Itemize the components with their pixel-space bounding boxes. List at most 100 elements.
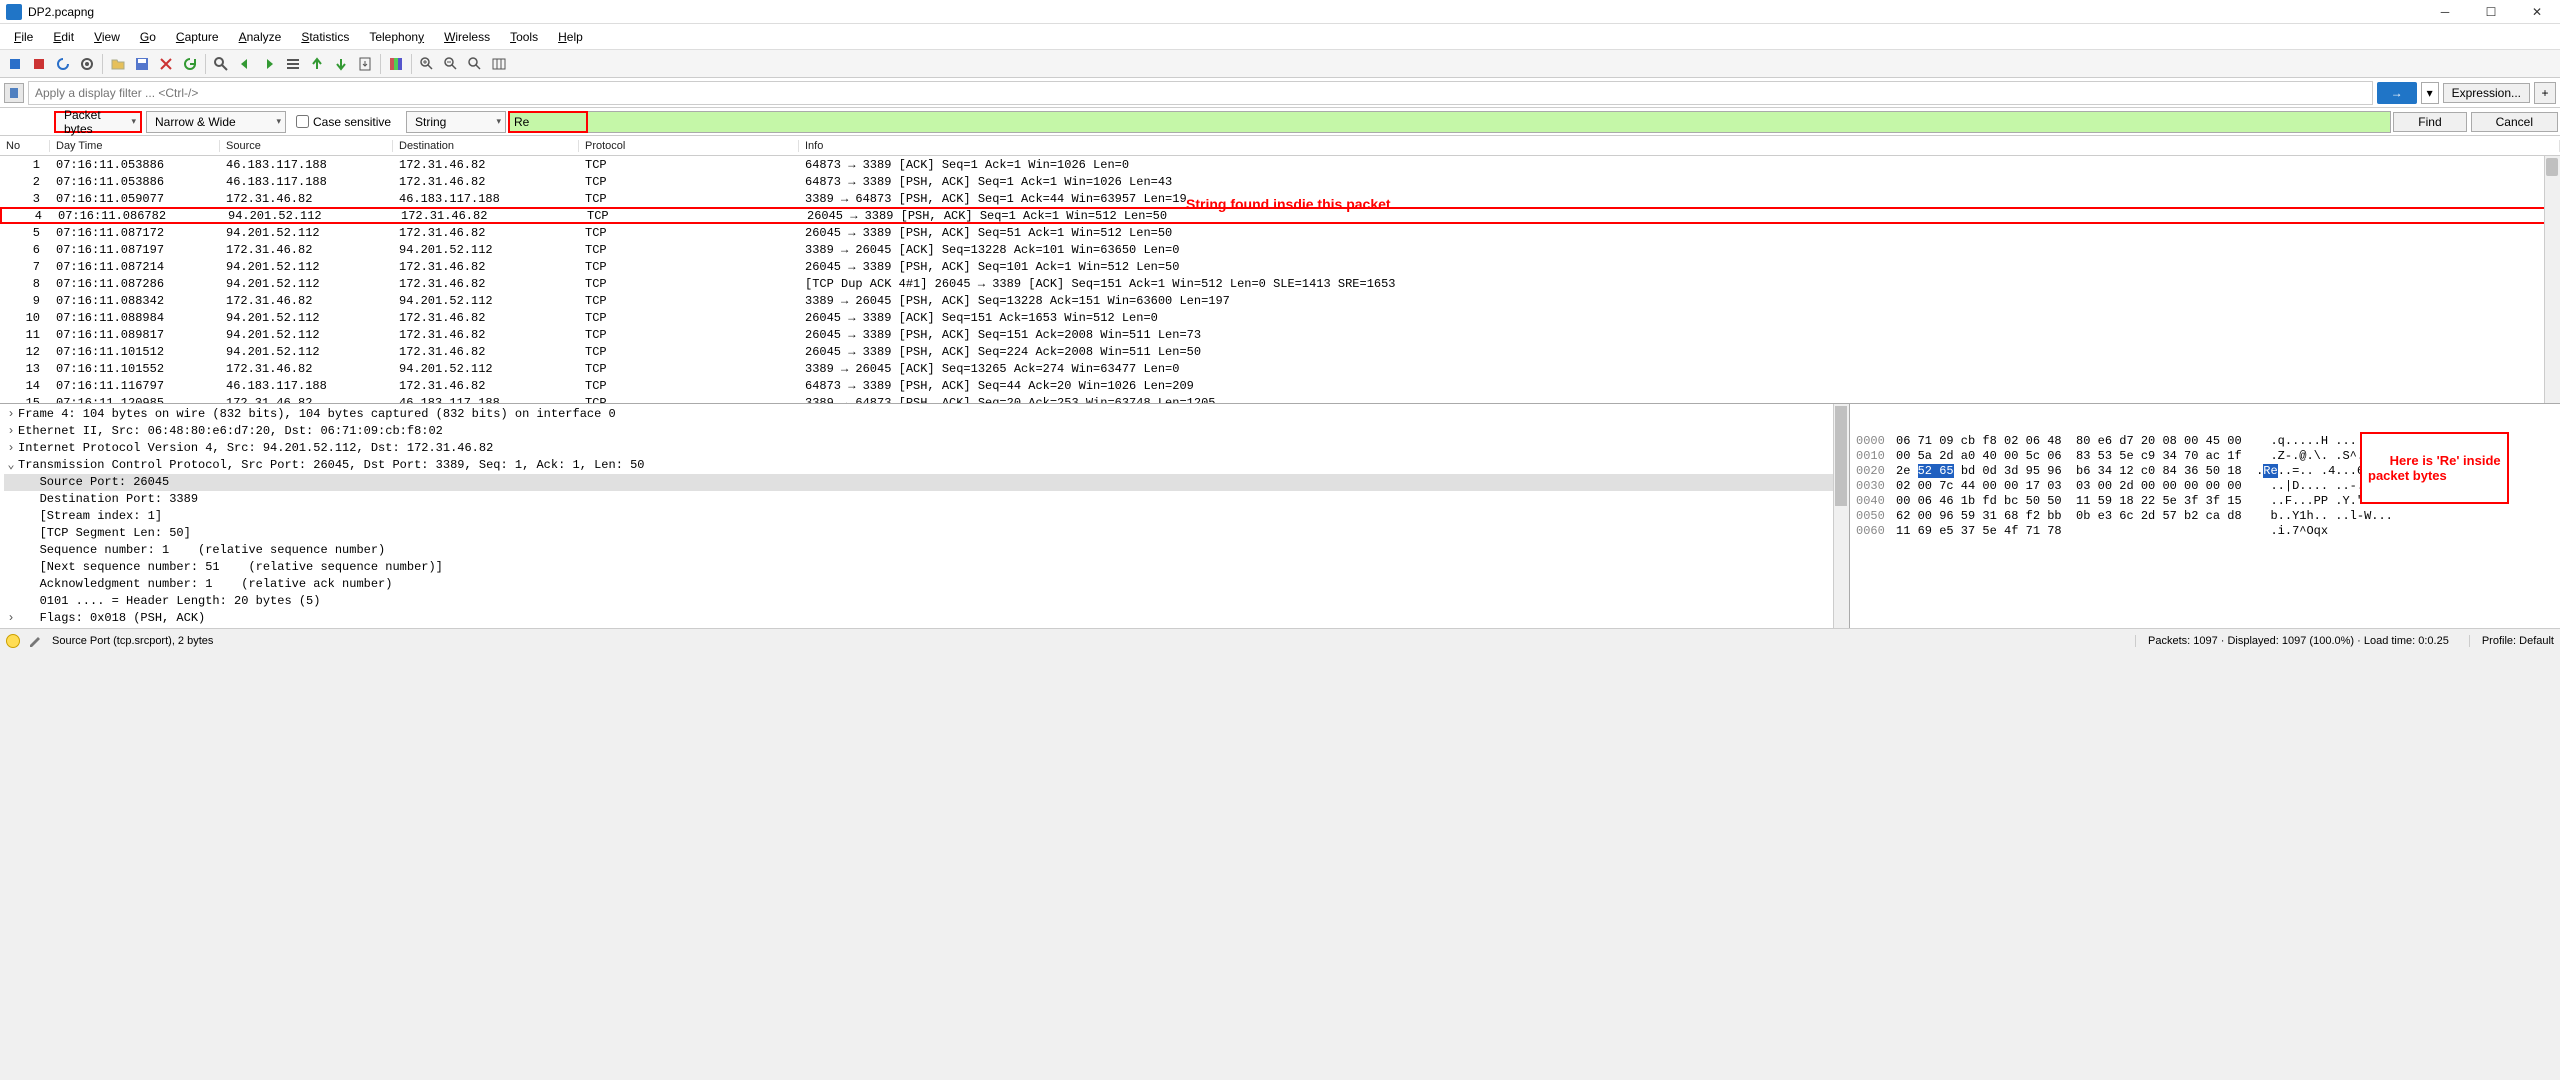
hex-line[interactable]: 006011 69 e5 37 5e 4f 71 78 .i.7^Oqx bbox=[1856, 524, 2554, 539]
menu-help[interactable]: Help bbox=[548, 27, 593, 47]
add-filter-button[interactable]: + bbox=[2534, 82, 2556, 104]
search-type-dropdown[interactable]: String bbox=[406, 111, 506, 133]
packet-row[interactable]: 107:16:11.05388646.183.117.188172.31.46.… bbox=[0, 156, 2560, 173]
cancel-button[interactable]: Cancel bbox=[2471, 112, 2558, 132]
stop-capture-icon[interactable] bbox=[28, 53, 50, 75]
tree-node[interactable]: Acknowledgment number: 1 (relative ack n… bbox=[4, 576, 1845, 593]
packet-row[interactable]: 807:16:11.08728694.201.52.112172.31.46.8… bbox=[0, 275, 2560, 292]
menu-capture[interactable]: Capture bbox=[166, 27, 229, 47]
col-time[interactable]: Day Time bbox=[50, 140, 220, 152]
packet-row[interactable]: 607:16:11.087197172.31.46.8294.201.52.11… bbox=[0, 241, 2560, 258]
tree-node[interactable]: › Flags: 0x018 (PSH, ACK) bbox=[4, 610, 1845, 627]
maximize-button[interactable]: ☐ bbox=[2468, 0, 2514, 24]
filter-bookmark-icon[interactable] bbox=[4, 83, 24, 103]
packet-row[interactable]: 1307:16:11.101552172.31.46.8294.201.52.1… bbox=[0, 360, 2560, 377]
packet-row[interactable]: 1407:16:11.11679746.183.117.188172.31.46… bbox=[0, 377, 2560, 394]
packet-row[interactable]: 1207:16:11.10151294.201.52.112172.31.46.… bbox=[0, 343, 2560, 360]
find-icon[interactable] bbox=[210, 53, 232, 75]
go-last-icon[interactable] bbox=[330, 53, 352, 75]
resize-columns-icon[interactable] bbox=[488, 53, 510, 75]
menu-go[interactable]: Go bbox=[130, 27, 166, 47]
menu-tools[interactable]: Tools bbox=[500, 27, 548, 47]
tree-node[interactable]: ›Ethernet II, Src: 06:48:80:e6:d7:20, Ds… bbox=[4, 423, 1845, 440]
col-no[interactable]: No bbox=[0, 140, 50, 152]
app-icon bbox=[6, 4, 22, 20]
go-to-icon[interactable] bbox=[282, 53, 304, 75]
reload-icon[interactable] bbox=[179, 53, 201, 75]
packet-row[interactable]: 1107:16:11.08981794.201.52.112172.31.46.… bbox=[0, 326, 2560, 343]
minimize-button[interactable]: ─ bbox=[2422, 0, 2468, 24]
filter-history-dropdown[interactable]: ▾ bbox=[2421, 82, 2439, 104]
col-proto[interactable]: Protocol bbox=[579, 140, 799, 152]
packet-row[interactable]: 1007:16:11.08898494.201.52.112172.31.46.… bbox=[0, 309, 2560, 326]
tree-node[interactable]: [Stream index: 1] bbox=[4, 508, 1845, 525]
menu-statistics[interactable]: Statistics bbox=[291, 27, 359, 47]
go-back-icon[interactable] bbox=[234, 53, 256, 75]
case-sensitive-checkbox[interactable] bbox=[296, 115, 309, 128]
col-dst[interactable]: Destination bbox=[393, 140, 579, 152]
menubar: File Edit View Go Capture Analyze Statis… bbox=[0, 24, 2560, 50]
go-first-icon[interactable] bbox=[306, 53, 328, 75]
status-field: Source Port (tcp.srcport), 2 bytes bbox=[52, 635, 213, 647]
col-info[interactable]: Info bbox=[799, 140, 2560, 152]
status-packets: Packets: 1097 · Displayed: 1097 (100.0%)… bbox=[2135, 635, 2449, 647]
menu-analyze[interactable]: Analyze bbox=[229, 27, 292, 47]
tree-node[interactable]: 0101 .... = Header Length: 20 bytes (5) bbox=[4, 593, 1845, 610]
menu-telephony[interactable]: Telephony bbox=[359, 27, 434, 47]
expert-info-icon[interactable] bbox=[6, 634, 20, 648]
zoom-out-icon[interactable] bbox=[440, 53, 462, 75]
edit-icon[interactable] bbox=[28, 633, 44, 649]
tree-node[interactable]: ⌄Transmission Control Protocol, Src Port… bbox=[4, 457, 1845, 474]
restart-capture-icon[interactable] bbox=[52, 53, 74, 75]
colorize-icon[interactable] bbox=[385, 53, 407, 75]
hex-line[interactable]: 005062 00 96 59 31 68 f2 bb 0b e3 6c 2d … bbox=[1856, 509, 2554, 524]
packet-row[interactable]: 207:16:11.05388646.183.117.188172.31.46.… bbox=[0, 173, 2560, 190]
menu-view[interactable]: View bbox=[84, 27, 130, 47]
zoom-in-icon[interactable] bbox=[416, 53, 438, 75]
case-sensitive-label: Case sensitive bbox=[313, 115, 391, 129]
packet-list-panel: No Day Time Source Destination Protocol … bbox=[0, 136, 2560, 404]
apply-filter-icon[interactable]: → bbox=[2377, 82, 2417, 104]
search-value-input[interactable] bbox=[508, 111, 588, 133]
tree-node[interactable]: ›Internet Protocol Version 4, Src: 94.20… bbox=[4, 440, 1845, 457]
packet-bytes-panel: 000006 71 09 cb f8 02 06 48 80 e6 d7 20 … bbox=[1850, 404, 2560, 628]
col-src[interactable]: Source bbox=[220, 140, 393, 152]
window-title: DP2.pcapng bbox=[28, 5, 94, 19]
tree-node[interactable]: [Next sequence number: 51 (relative sequ… bbox=[4, 559, 1845, 576]
status-bar: Source Port (tcp.srcport), 2 bytes Packe… bbox=[0, 628, 2560, 652]
titlebar: DP2.pcapng ─ ☐ ✕ bbox=[0, 0, 2560, 24]
auto-scroll-icon[interactable] bbox=[354, 53, 376, 75]
packet-row[interactable]: 507:16:11.08717294.201.52.112172.31.46.8… bbox=[0, 224, 2560, 241]
tree-node[interactable]: ›Frame 4: 104 bytes on wire (832 bits), … bbox=[4, 406, 1845, 423]
packet-row[interactable]: 907:16:11.088342172.31.46.8294.201.52.11… bbox=[0, 292, 2560, 309]
details-scrollbar[interactable] bbox=[1833, 404, 1849, 628]
expression-button[interactable]: Expression... bbox=[2443, 83, 2530, 103]
start-capture-icon[interactable] bbox=[4, 53, 26, 75]
close-file-icon[interactable] bbox=[155, 53, 177, 75]
packet-details-panel: ›Frame 4: 104 bytes on wire (832 bits), … bbox=[0, 404, 1850, 628]
search-charset-dropdown[interactable]: Narrow & Wide bbox=[146, 111, 286, 133]
search-input-extension[interactable] bbox=[588, 111, 2391, 133]
save-icon[interactable] bbox=[131, 53, 153, 75]
tree-node[interactable]: Source Port: 26045 bbox=[4, 474, 1845, 491]
menu-wireless[interactable]: Wireless bbox=[434, 27, 500, 47]
packet-row[interactable]: 707:16:11.08721494.201.52.112172.31.46.8… bbox=[0, 258, 2560, 275]
packet-list-scrollbar[interactable] bbox=[2544, 156, 2560, 403]
close-button[interactable]: ✕ bbox=[2514, 0, 2560, 24]
display-filter-input[interactable] bbox=[28, 81, 2373, 105]
packet-list-header: No Day Time Source Destination Protocol … bbox=[0, 136, 2560, 156]
find-button[interactable]: Find bbox=[2393, 112, 2466, 132]
options-icon[interactable] bbox=[76, 53, 98, 75]
tree-node[interactable]: Destination Port: 3389 bbox=[4, 491, 1845, 508]
packet-row[interactable]: 1507:16:11.120985172.31.46.8246.183.117.… bbox=[0, 394, 2560, 404]
menu-file[interactable]: File bbox=[4, 27, 43, 47]
search-scope-dropdown[interactable]: Packet bytes bbox=[54, 111, 142, 133]
tree-node[interactable]: Sequence number: 1 (relative sequence nu… bbox=[4, 542, 1845, 559]
status-profile[interactable]: Profile: Default bbox=[2469, 635, 2554, 647]
menu-edit[interactable]: Edit bbox=[43, 27, 84, 47]
annotation-re-bytes: Here is 'Re' insidepacket bytes bbox=[2360, 432, 2509, 504]
open-icon[interactable] bbox=[107, 53, 129, 75]
go-forward-icon[interactable] bbox=[258, 53, 280, 75]
zoom-reset-icon[interactable] bbox=[464, 53, 486, 75]
tree-node[interactable]: [TCP Segment Len: 50] bbox=[4, 525, 1845, 542]
